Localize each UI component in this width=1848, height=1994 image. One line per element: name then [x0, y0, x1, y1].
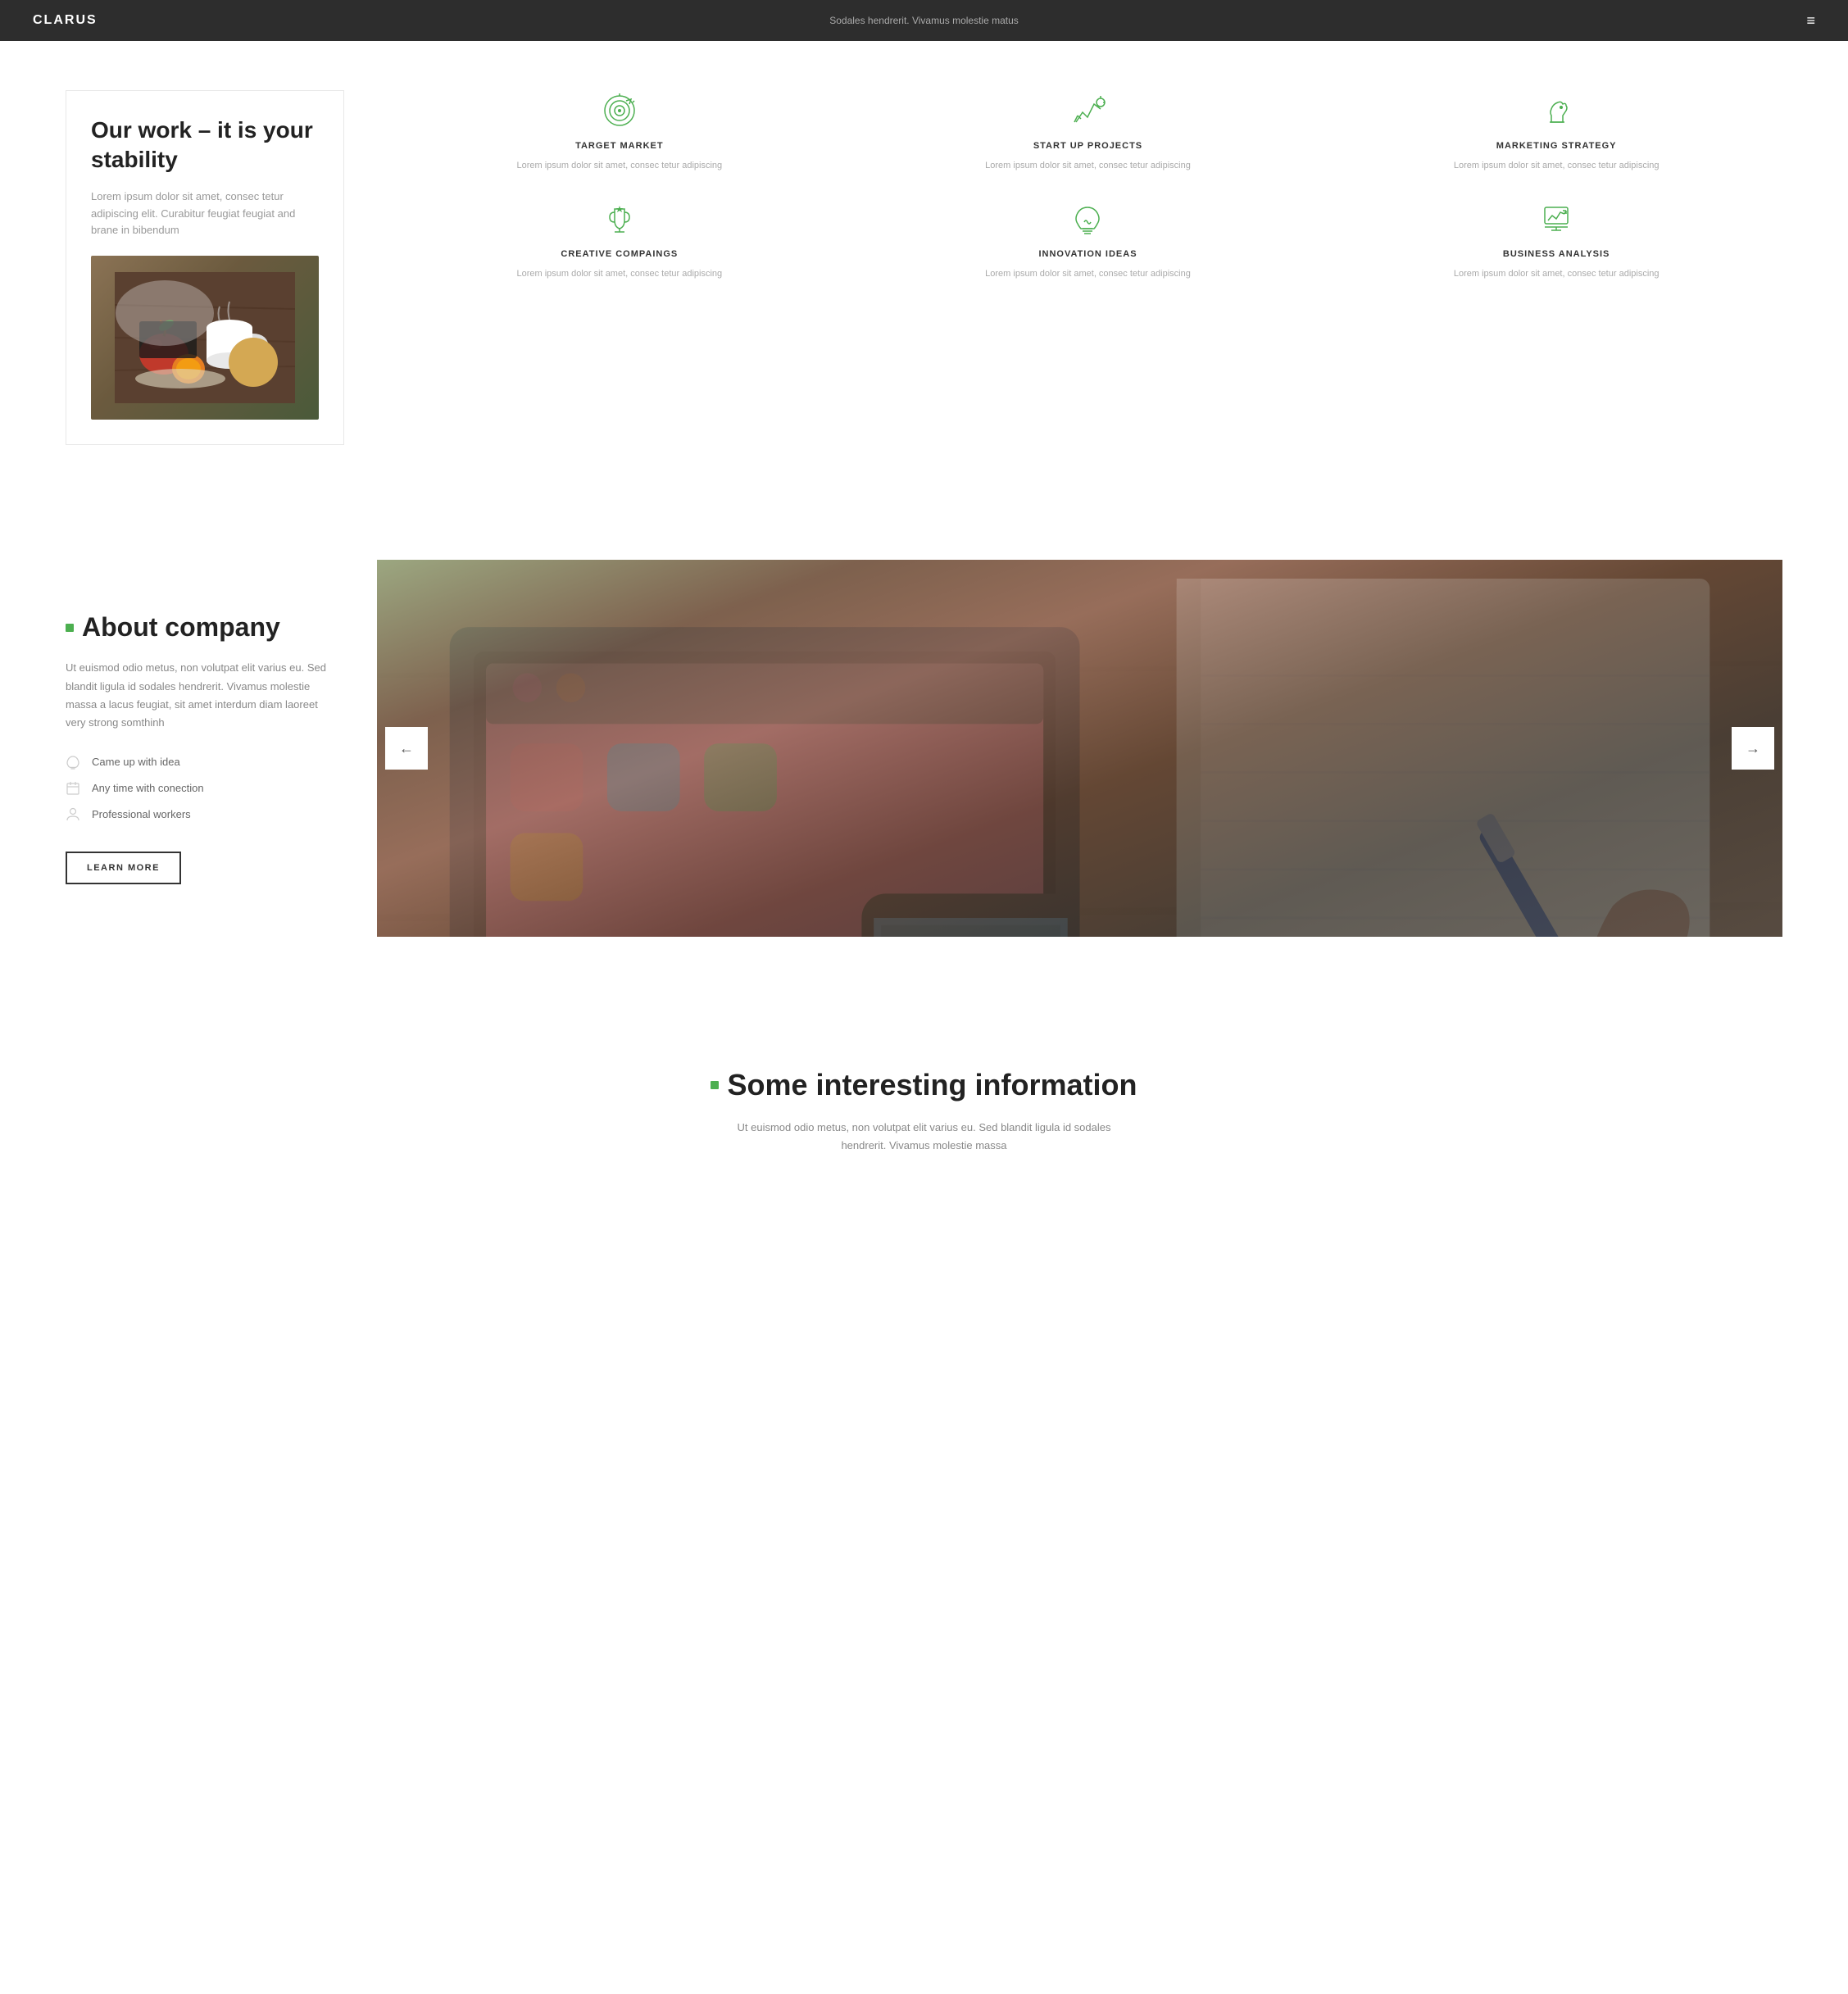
target-market-icon: [599, 90, 640, 131]
navbar-logo: CLARUS: [33, 13, 98, 28]
list-item-time: Any time with conection: [66, 781, 328, 796]
feature-desc-3: Lorem ipsum dolor sit amet, consec tetur…: [393, 267, 846, 282]
feature-title-2: MARKETING STRATEGY: [1330, 141, 1782, 151]
feature-desc-4: Lorem ipsum dolor sit amet, consec tetur…: [862, 267, 1314, 282]
feature-title-5: BUSINESS ANALYSIS: [1330, 249, 1782, 259]
about-description: Ut euismod odio metus, non volutpat elit…: [66, 659, 328, 731]
work-image-svg: [115, 272, 295, 403]
about-heading: About company: [66, 612, 328, 643]
work-features-grid: TARGET MARKET Lorem ipsum dolor sit amet…: [393, 90, 1782, 281]
feature-creative: CREATIVE COMPAINGS Lorem ipsum dolor sit…: [393, 198, 846, 282]
about-photo: [377, 560, 1782, 937]
hamburger-icon[interactable]: ≡: [1806, 12, 1815, 30]
learn-more-button[interactable]: LEARN MORE: [66, 852, 181, 884]
feature-desc-1: Lorem ipsum dolor sit amet, consec tetur…: [862, 159, 1314, 174]
carousel-prev-button[interactable]: ←: [385, 727, 428, 770]
feature-marketing-strategy: MARKETING STRATEGY Lorem ipsum dolor sit…: [1330, 90, 1782, 174]
creative-icon: [599, 198, 640, 239]
feature-innovation: INNOVATION IDEAS Lorem ipsum dolor sit a…: [862, 198, 1314, 282]
work-description: Lorem ipsum dolor sit amet, consec tetur…: [91, 188, 319, 239]
about-photo-svg: [377, 560, 1782, 937]
work-heading: Our work – it is your stability: [91, 116, 319, 175]
info-heading-dot: [711, 1081, 719, 1089]
marketing-icon: [1536, 90, 1577, 131]
heading-dot: [66, 624, 74, 632]
lightbulb-icon: [66, 755, 80, 770]
feature-startup-projects: START UP PROJECTS Lorem ipsum dolor sit …: [862, 90, 1314, 174]
navbar: CLARUS Sodales hendrerit. Vivamus molest…: [0, 0, 1848, 41]
feature-business: BUSINESS ANALYSIS Lorem ipsum dolor sit …: [1330, 198, 1782, 282]
feature-title-4: INNOVATION IDEAS: [862, 249, 1314, 259]
about-image-container: ← →: [377, 560, 1782, 937]
startup-icon: [1067, 90, 1108, 131]
feature-desc-5: Lorem ipsum dolor sit amet, consec tetur…: [1330, 267, 1782, 282]
feature-target-market: TARGET MARKET Lorem ipsum dolor sit amet…: [393, 90, 846, 174]
innovation-icon: [1067, 198, 1108, 239]
feature-title-3: CREATIVE COMPAINGS: [393, 249, 846, 259]
about-list: Came up with idea Any time with conectio…: [66, 755, 328, 822]
user-icon: [66, 807, 80, 822]
business-icon: [1536, 198, 1577, 239]
work-left-panel: Our work – it is your stability Lorem ip…: [66, 90, 344, 445]
feature-title-1: START UP PROJECTS: [862, 141, 1314, 151]
about-left-panel: About company Ut euismod odio metus, non…: [66, 612, 328, 883]
section-our-work: Our work – it is your stability Lorem ip…: [0, 41, 1848, 494]
feature-desc-2: Lorem ipsum dolor sit amet, consec tetur…: [1330, 159, 1782, 174]
work-image: [91, 256, 319, 420]
feature-title-0: TARGET MARKET: [393, 141, 846, 151]
calendar-icon: [66, 781, 80, 796]
section-about: About company Ut euismod odio metus, non…: [0, 494, 1848, 1002]
info-heading: Some interesting information: [66, 1068, 1782, 1102]
navbar-marquee: Sodales hendrerit. Vivamus molestie matu…: [829, 15, 1019, 26]
feature-desc-0: Lorem ipsum dolor sit amet, consec tetur…: [393, 159, 846, 174]
list-item-idea: Came up with idea: [66, 755, 328, 770]
info-description: Ut euismod odio metus, non volutpat elit…: [720, 1119, 1129, 1155]
carousel-next-button[interactable]: →: [1732, 727, 1774, 770]
list-item-workers: Professional workers: [66, 807, 328, 822]
section-info: Some interesting information Ut euismod …: [0, 1002, 1848, 1188]
